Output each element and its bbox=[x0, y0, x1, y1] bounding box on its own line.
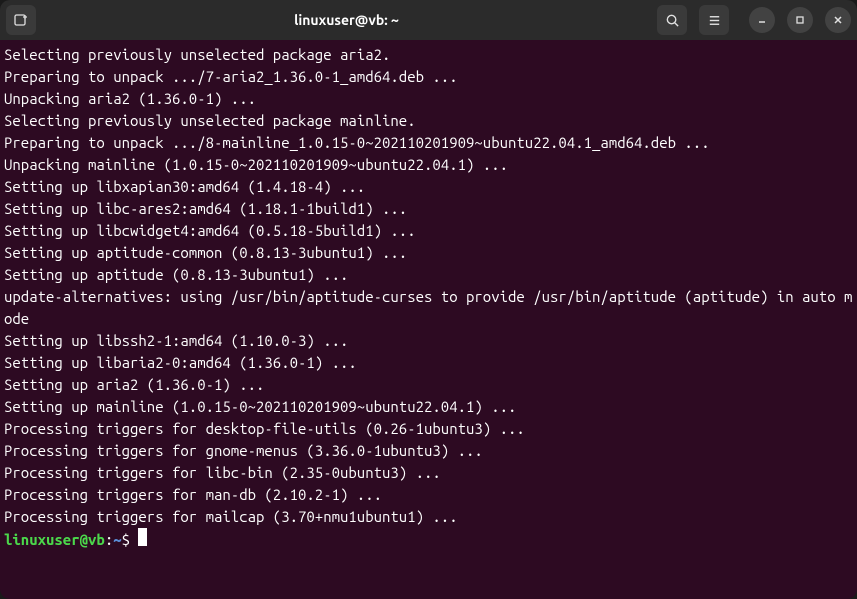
prompt-user-host: linuxuser@vb bbox=[4, 531, 105, 548]
terminal-line: Processing triggers for mailcap (3.70+nm… bbox=[4, 506, 853, 528]
close-button[interactable] bbox=[825, 7, 851, 33]
terminal-line: Processing triggers for desktop-file-uti… bbox=[4, 418, 853, 440]
minimize-button[interactable] bbox=[749, 7, 775, 33]
titlebar-left bbox=[6, 5, 36, 35]
terminal-line: Setting up libaria2-0:amd64 (1.36.0-1) .… bbox=[4, 352, 853, 374]
terminal-line: Setting up libc-ares2:amd64 (1.18.1-1bui… bbox=[4, 198, 853, 220]
prompt-line: linuxuser@vb:~$ bbox=[4, 528, 853, 551]
minimize-icon bbox=[757, 15, 767, 25]
window-controls bbox=[749, 7, 851, 33]
terminal-line: update-alternatives: using /usr/bin/apti… bbox=[4, 286, 853, 330]
search-icon bbox=[665, 13, 680, 28]
prompt-symbol: $ bbox=[122, 531, 139, 548]
prompt-colon: : bbox=[105, 531, 113, 548]
titlebar-right bbox=[657, 5, 851, 35]
terminal-line: Setting up aria2 (1.36.0-1) ... bbox=[4, 374, 853, 396]
maximize-icon bbox=[795, 15, 805, 25]
prompt-path: ~ bbox=[113, 531, 121, 548]
terminal-body[interactable]: Selecting previously unselected package … bbox=[0, 40, 857, 599]
terminal-line: Processing triggers for libc-bin (2.35-0… bbox=[4, 462, 853, 484]
terminal-line: Unpacking mainline (1.0.15-0~20211020190… bbox=[4, 154, 853, 176]
window-title: linuxuser@vb: ~ bbox=[42, 12, 651, 28]
hamburger-icon bbox=[707, 13, 722, 28]
terminal-line: Selecting previously unselected package … bbox=[4, 44, 853, 66]
cursor bbox=[138, 528, 147, 546]
search-button[interactable] bbox=[657, 5, 687, 35]
terminal-line: Processing triggers for man-db (2.10.2-1… bbox=[4, 484, 853, 506]
terminal-line: Setting up libxapian30:amd64 (1.4.18-4) … bbox=[4, 176, 853, 198]
terminal-line: Preparing to unpack .../7-aria2_1.36.0-1… bbox=[4, 66, 853, 88]
terminal-line: Setting up aptitude-common (0.8.13-3ubun… bbox=[4, 242, 853, 264]
maximize-button[interactable] bbox=[787, 7, 813, 33]
terminal-line: Setting up mainline (1.0.15-0~2021102019… bbox=[4, 396, 853, 418]
terminal-line: Selecting previously unselected package … bbox=[4, 110, 853, 132]
close-icon bbox=[833, 15, 843, 25]
menu-button[interactable] bbox=[699, 5, 729, 35]
terminal-line: Setting up libcwidget4:amd64 (0.5.18-5bu… bbox=[4, 220, 853, 242]
terminal-line: Setting up aptitude (0.8.13-3ubuntu1) ..… bbox=[4, 264, 853, 286]
terminal-line: Preparing to unpack .../8-mainline_1.0.1… bbox=[4, 132, 853, 154]
terminal-line: Processing triggers for gnome-menus (3.3… bbox=[4, 440, 853, 462]
new-tab-button[interactable] bbox=[6, 5, 36, 35]
titlebar: linuxuser@vb: ~ bbox=[0, 0, 857, 40]
terminal-line: Unpacking aria2 (1.36.0-1) ... bbox=[4, 88, 853, 110]
new-tab-icon bbox=[13, 12, 29, 28]
terminal-window: linuxuser@vb: ~ bbox=[0, 0, 857, 599]
terminal-line: Setting up libssh2-1:amd64 (1.10.0-3) ..… bbox=[4, 330, 853, 352]
